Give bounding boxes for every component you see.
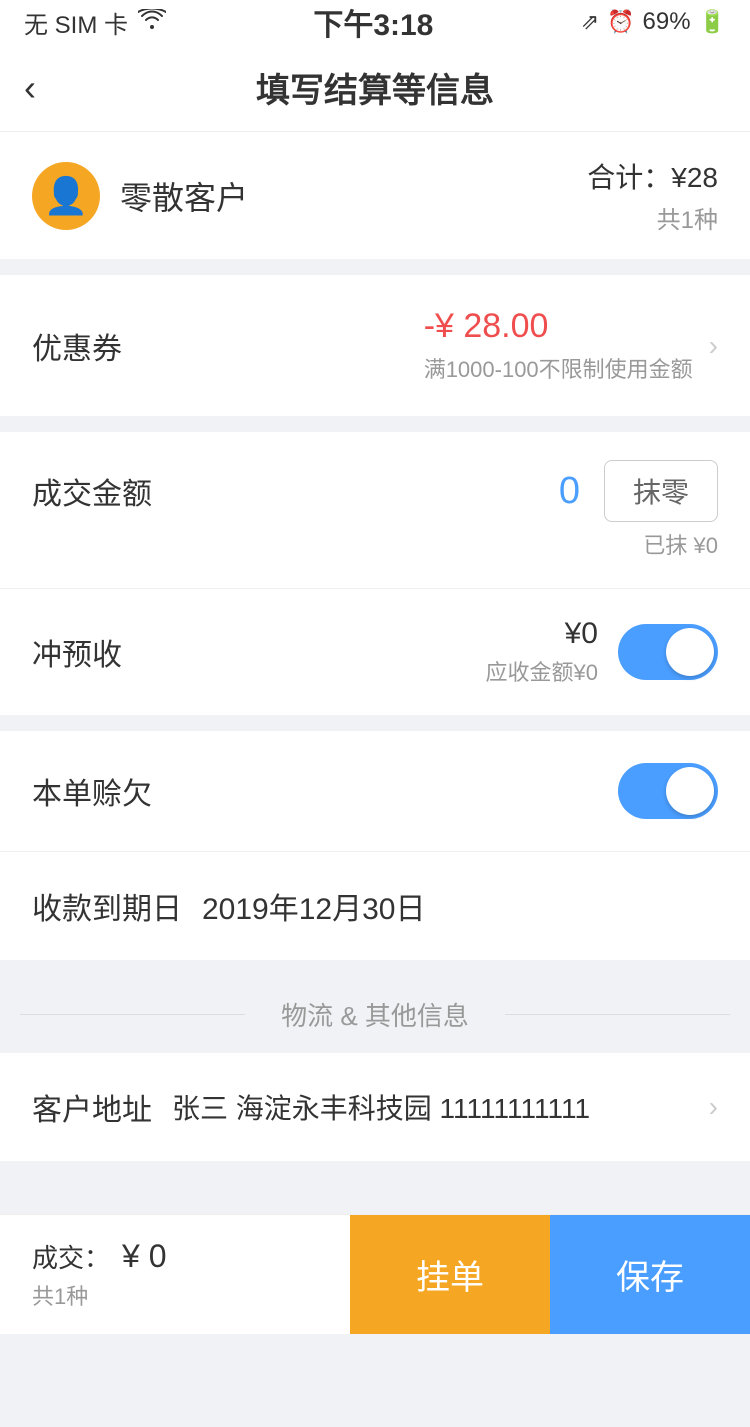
transaction-section: 成交金额 0 抹零 已抹 ¥0 冲预收 ¥0 应收金额¥0	[0, 432, 750, 715]
prereceive-right: ¥0 应收金额¥0	[486, 617, 718, 687]
address-value: 张三 海淀永丰科技园 11111111111	[172, 1087, 709, 1127]
coupon-value-wrap: -¥ 28.00 满1000-100不限制使用金额	[424, 307, 693, 384]
status-time: 下午3:18	[313, 0, 433, 44]
round-button[interactable]: 抹零	[604, 460, 718, 522]
prereceive-label: 冲预收	[32, 630, 122, 674]
bottom-bar: 成交： ¥ 0 共1种 挂单 保存	[0, 1214, 750, 1334]
nav-bar: ‹ 填写结算等信息	[0, 44, 750, 132]
avatar-icon: 👤	[44, 175, 89, 217]
duedate-row: 收款到期日 2019年12月30日	[32, 884, 718, 928]
coupon-label: 优惠券	[32, 324, 122, 368]
bottom-deal-amount: ¥ 0	[122, 1238, 166, 1275]
debt-section: 本单赊欠 收款到期日 2019年12月30日	[0, 731, 750, 960]
location-icon: ⇗	[581, 9, 599, 35]
prereceive-amounts: ¥0 应收金额¥0	[486, 617, 598, 687]
hang-button[interactable]: 挂单	[350, 1215, 550, 1334]
battery-label: 69%	[643, 8, 691, 36]
logistics-label: 物流 & 其他信息	[281, 996, 469, 1033]
bottom-info: 成交： ¥ 0 共1种	[0, 1215, 350, 1334]
customer-total: 合计：¥28 共1种	[587, 156, 718, 235]
prereceive-section: 冲预收 ¥0 应收金额¥0	[0, 588, 750, 715]
prereceive-row: 冲预收 ¥0 应收金额¥0	[32, 617, 718, 687]
avatar: 👤	[32, 162, 100, 230]
amount-label: 成交金额	[32, 469, 152, 513]
coupon-value: -¥ 28.00	[424, 307, 693, 346]
logistics-line-right	[505, 1014, 730, 1015]
amount-sub: 已抹 ¥0	[32, 528, 718, 560]
address-label: 客户地址	[32, 1085, 152, 1129]
total-label: 合计：¥28	[587, 156, 718, 196]
debt-row-wrap: 本单赊欠	[0, 731, 750, 851]
amount-value[interactable]: 0	[559, 470, 580, 513]
customer-section: 👤 零散客户 合计：¥28 共1种	[0, 132, 750, 259]
logistics-header: 物流 & 其他信息	[0, 976, 750, 1053]
prereceive-main-amount: ¥0	[486, 617, 598, 651]
address-section[interactable]: 客户地址 张三 海淀永丰科技园 11111111111 ›	[0, 1053, 750, 1161]
coupon-row[interactable]: 优惠券 -¥ 28.00 满1000-100不限制使用金额 ›	[0, 275, 750, 416]
amount-right: 0 抹零	[559, 460, 718, 522]
coupon-section[interactable]: 优惠券 -¥ 28.00 满1000-100不限制使用金额 ›	[0, 275, 750, 416]
coupon-right: -¥ 28.00 满1000-100不限制使用金额 ›	[424, 307, 718, 384]
duedate-section: 收款到期日 2019年12月30日	[0, 851, 750, 960]
duedate-value: 2019年12月30日	[202, 884, 425, 928]
battery-icon: 🔋	[699, 9, 726, 35]
prereceive-toggle[interactable]	[618, 624, 718, 680]
bottom-count: 共1种	[32, 1279, 318, 1311]
save-button[interactable]: 保存	[550, 1215, 750, 1334]
alarm-icon: ⏰	[607, 9, 634, 35]
sim-label: 无 SIM 卡	[24, 5, 128, 40]
prereceive-sub-amount: 应收金额¥0	[486, 655, 598, 687]
debt-toggle[interactable]	[618, 763, 718, 819]
bottom-deal: 成交： ¥ 0	[32, 1238, 318, 1275]
address-row[interactable]: 客户地址 张三 海淀永丰科技园 11111111111 ›	[0, 1053, 750, 1161]
nav-title: 填写结算等信息	[256, 63, 494, 112]
wifi-icon	[138, 8, 166, 36]
amount-row: 成交金额 0 抹零	[32, 460, 718, 522]
back-button[interactable]: ‹	[24, 67, 36, 109]
address-chevron-icon: ›	[709, 1091, 718, 1123]
duedate-label: 收款到期日	[32, 884, 182, 928]
customer-left: 👤 零散客户	[32, 162, 248, 230]
debt-row: 本单赊欠	[32, 763, 718, 819]
amount-section: 成交金额 0 抹零 已抹 ¥0	[0, 432, 750, 588]
customer-name: 零散客户	[120, 173, 248, 219]
debt-label: 本单赊欠	[32, 769, 152, 813]
status-right: ⇗ ⏰ 69% 🔋	[581, 8, 726, 36]
bottom-deal-label: 成交：	[32, 1238, 110, 1275]
status-bar: 无 SIM 卡 下午3:18 ⇗ ⏰ 69% 🔋	[0, 0, 750, 44]
status-left: 无 SIM 卡	[24, 5, 166, 40]
logistics-line-left	[20, 1014, 245, 1015]
total-count: 共1种	[587, 200, 718, 235]
customer-row: 👤 零散客户 合计：¥28 共1种	[0, 132, 750, 259]
chevron-right-icon: ›	[709, 330, 718, 362]
coupon-description: 满1000-100不限制使用金额	[424, 352, 693, 384]
